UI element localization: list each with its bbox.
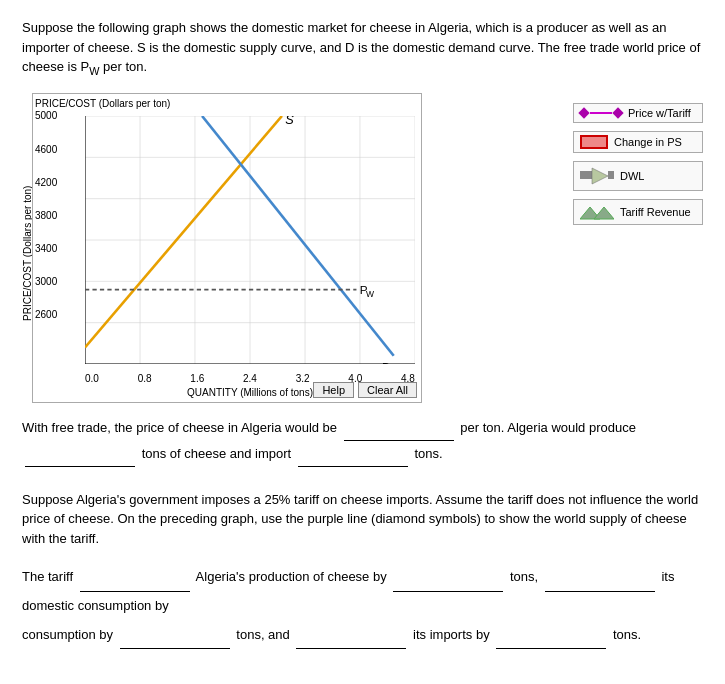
svg-text:S: S — [285, 116, 294, 127]
ytick-3800: 3800 — [35, 210, 57, 221]
legend-area: Price w/Tariff Change in PS DWL — [573, 93, 703, 403]
svg-marker-27 — [594, 207, 614, 219]
legend-price-w-tariff-label: Price w/Tariff — [628, 107, 691, 119]
ytick-3000: 3000 — [35, 275, 57, 286]
q2-suffix: tons. — [613, 627, 641, 642]
dwl-icon — [580, 165, 614, 187]
legend-price-w-tariff: Price w/Tariff — [573, 103, 703, 123]
ytick-5000: 5000 — [35, 110, 57, 121]
ytick-4200: 4200 — [35, 176, 57, 187]
legend-change-in-ps: Change in PS — [573, 131, 703, 153]
chart-plot: S D P W — [85, 116, 415, 364]
chart-container: PRICE/COST (Dollars per ton) PRICE/COST … — [22, 93, 703, 403]
q2-mid3: tons, and — [236, 627, 290, 642]
price-w-tariff-icon — [580, 109, 622, 117]
xtick-16: 1.6 — [190, 373, 204, 384]
legend-dwl: DWL — [573, 161, 703, 191]
legend-change-in-ps-label: Change in PS — [614, 136, 682, 148]
question-2-blanks: The tariff Algeria's production of chees… — [22, 563, 703, 649]
change-in-ps-icon — [580, 135, 608, 149]
question-2-intro: Suppose Algeria's government imposes a 2… — [22, 490, 703, 549]
q2-blank-blank1[interactable] — [545, 578, 655, 592]
legend-tariff-revenue-label: Tariff Revenue — [620, 206, 691, 218]
ytick-3400: 3400 — [35, 243, 57, 254]
svg-text:D: D — [381, 361, 390, 364]
q1-prefix: With free trade, the price of cheese in … — [22, 420, 337, 435]
ytick-4600: 4600 — [35, 143, 57, 154]
xtick-08: 0.8 — [138, 373, 152, 384]
q2-blank-blank2[interactable] — [296, 635, 406, 649]
chart-area: PRICE/COST (Dollars per ton) — [32, 93, 422, 403]
xtick-0: 0.0 — [85, 373, 99, 384]
q1-suffix: tons. — [414, 446, 442, 461]
intro-paragraph: Suppose the following graph shows the do… — [22, 18, 703, 79]
q2-blank-tariff[interactable] — [80, 578, 190, 592]
q2-blank-production[interactable] — [393, 578, 503, 592]
intro-text-2: per ton. — [99, 59, 147, 74]
y-axis-label: PRICE/COST (Dollars per ton) — [35, 98, 170, 109]
svg-line-16 — [85, 116, 282, 347]
q2-mid4: its imports by — [413, 627, 490, 642]
svg-line-18 — [202, 116, 394, 356]
clear-all-button[interactable]: Clear All — [358, 382, 417, 398]
ytick-2600: 2600 — [35, 309, 57, 320]
svg-rect-25 — [608, 171, 614, 179]
xtick-24: 2.4 — [243, 373, 257, 384]
pw-sub: W — [89, 59, 99, 74]
q2-intro-text: Suppose Algeria's government imposes a 2… — [22, 492, 698, 546]
svg-text:W: W — [366, 289, 374, 299]
legend-tariff-revenue: Tariff Revenue — [573, 199, 703, 225]
question-1: With free trade, the price of cheese in … — [22, 415, 703, 467]
svg-rect-23 — [580, 171, 592, 179]
q2-prefix1: The tariff — [22, 569, 73, 584]
q1-mid1: per ton. Algeria would produce — [460, 420, 636, 435]
q1-blank-price[interactable] — [344, 427, 454, 441]
q1-mid2: tons of cheese and import — [142, 446, 292, 461]
svg-marker-24 — [592, 168, 608, 184]
q2-blank-imports[interactable] — [496, 635, 606, 649]
q2-prefix2: Algeria's production of cheese by — [196, 569, 387, 584]
q2-blank-consumption[interactable] — [120, 635, 230, 649]
help-button[interactable]: Help — [313, 382, 354, 398]
button-row: Help Clear All — [313, 382, 417, 398]
q2-consumption-label: consumption by — [22, 627, 113, 642]
q1-blank-import[interactable] — [298, 453, 408, 467]
tariff-revenue-icon — [580, 203, 614, 221]
q2-mid1: tons, — [510, 569, 538, 584]
chart-svg: S D P W — [85, 116, 415, 364]
xtick-32: 3.2 — [296, 373, 310, 384]
q1-blank-produce[interactable] — [25, 453, 135, 467]
legend-dwl-label: DWL — [620, 170, 644, 182]
